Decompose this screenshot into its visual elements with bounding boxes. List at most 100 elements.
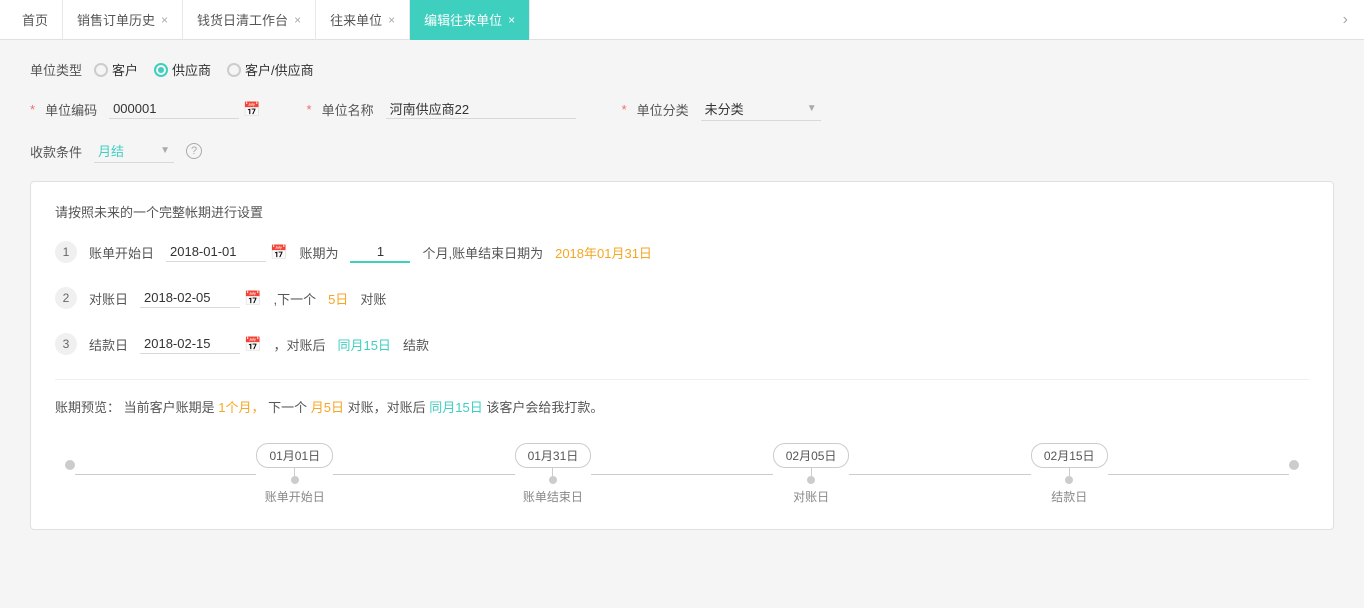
preview-plain3: 对账，对账后 — [348, 400, 426, 415]
tl-dot-4 — [1065, 476, 1073, 484]
step-2-note-prefix: ,下一个 — [273, 289, 316, 308]
unit-code-input[interactable] — [109, 99, 239, 119]
step-1-date-input[interactable] — [166, 242, 266, 262]
radio-customer-label: 客户 — [112, 60, 138, 79]
unit-category-select[interactable]: 未分类 ▼ — [701, 97, 821, 121]
tl-label-1: 账单开始日 — [265, 488, 325, 505]
close-edit-partner[interactable]: × — [508, 13, 515, 27]
step-3-date-input[interactable] — [140, 334, 240, 354]
preview-plain4: 该客户会给我打款。 — [486, 400, 603, 415]
step-row-2: 2 对账日 📅 ,下一个 5日 对账 — [55, 287, 1309, 309]
radio-customer[interactable]: 客户 — [94, 60, 138, 79]
step-1-month-input[interactable] — [350, 242, 410, 263]
step-num-2: 2 — [55, 287, 77, 309]
close-sales-history[interactable]: × — [161, 13, 168, 27]
unit-name-required: * — [307, 102, 312, 117]
tl-line-3 — [849, 474, 1030, 475]
close-cash-workbench[interactable]: × — [294, 13, 301, 27]
tl-node-4: 02月15日 结款日 — [1031, 443, 1108, 505]
preview-highlight3: 同月15日 — [429, 400, 482, 415]
step-num-3: 3 — [55, 333, 77, 355]
tl-badge-1: 01月01日 — [256, 443, 333, 468]
step-label-1: 账单开始日 — [89, 243, 154, 262]
step-label-3: 结款日 — [89, 335, 128, 354]
tl-line-4 — [1108, 474, 1289, 475]
unit-code-icon[interactable]: 📅 — [243, 101, 260, 118]
unit-code-wrap: 📅 — [109, 99, 260, 119]
page-content: 单位类型 客户 供应商 客户/供应商 * 单位编码 📅 * 单位名称 — [0, 40, 1364, 600]
tabs-bar: 首页 销售订单历史 × 钱货日清工作台 × 往来单位 × 编辑往来单位 × › — [0, 0, 1364, 40]
radio-supplier-circle — [154, 63, 168, 77]
unit-info-row: * 单位编码 📅 * 单位名称 * 单位分类 未分类 ▼ — [30, 97, 1334, 121]
unit-category-arrow: ▼ — [807, 103, 817, 114]
tab-sales-history[interactable]: 销售订单历史 × — [63, 0, 183, 40]
step-label-2: 对账日 — [89, 289, 128, 308]
step-3-calendar-icon[interactable]: 📅 — [244, 336, 261, 353]
tl-label-4: 结款日 — [1051, 488, 1087, 505]
step-2-highlight: 5日 — [328, 289, 348, 308]
settings-card: 请按照未来的一个完整帐期进行设置 1 账单开始日 📅 账期为 个月,账单结束日期… — [30, 181, 1334, 530]
timeline: 01月01日 账单开始日 01月31日 账单结束日 02月05日 — [55, 443, 1309, 505]
timeline-end-dot — [1289, 460, 1299, 470]
tl-badge-4: 02月15日 — [1031, 443, 1108, 468]
step-2-calendar-icon[interactable]: 📅 — [244, 290, 261, 307]
tl-line-2 — [591, 474, 772, 475]
step-2-note-suffix: 对账 — [360, 289, 386, 308]
radio-customer-supplier-label: 客户/供应商 — [245, 60, 314, 79]
tl-dot-3 — [807, 476, 815, 484]
unit-type-row: 单位类型 客户 供应商 客户/供应商 — [30, 60, 1334, 79]
preview-plain1: 当前客户账期是 — [124, 400, 215, 415]
tab-edit-partner[interactable]: 编辑往来单位 × — [410, 0, 530, 40]
tl-line-0 — [75, 474, 256, 475]
radio-customer-supplier[interactable]: 客户/供应商 — [227, 60, 314, 79]
tl-badge-2: 01月31日 — [515, 443, 592, 468]
unit-category-required: * — [622, 102, 627, 117]
payment-terms-label: 收款条件 — [30, 142, 82, 161]
preview-label: 账期预览： — [55, 400, 120, 415]
step-1-note-middle: 个月,账单结束日期为 — [422, 243, 543, 262]
preview-highlight1: 1个月， — [218, 400, 264, 415]
unit-code-label: 单位编码 — [45, 100, 97, 119]
step-3-note-suffix: 结款 — [403, 335, 429, 354]
step-row-1: 1 账单开始日 📅 账期为 个月,账单结束日期为 2018年01月31日 — [55, 241, 1309, 263]
tl-dot-1 — [291, 476, 299, 484]
payment-terms-row: 收款条件 月结 ▼ ? — [30, 139, 1334, 163]
tl-stem-1 — [294, 468, 295, 476]
payment-terms-help[interactable]: ? — [186, 143, 202, 159]
step-1-calendar-icon[interactable]: 📅 — [270, 244, 287, 261]
tl-node-3: 02月05日 对账日 — [773, 443, 850, 505]
timeline-start-dot — [65, 460, 75, 470]
unit-category-value: 未分类 — [705, 99, 803, 118]
step-2-date-input[interactable] — [140, 288, 240, 308]
unit-category-label: 单位分类 — [637, 100, 689, 119]
step-3-date-wrap: 📅 — [140, 334, 261, 354]
radio-supplier-label: 供应商 — [172, 60, 211, 79]
tl-dot-2 — [549, 476, 557, 484]
radio-supplier[interactable]: 供应商 — [154, 60, 211, 79]
step-num-1: 1 — [55, 241, 77, 263]
radio-customer-supplier-circle — [227, 63, 241, 77]
unit-name-input[interactable] — [386, 99, 576, 119]
preview-plain2: 下一个 — [268, 400, 307, 415]
tab-expand-button[interactable]: › — [1335, 11, 1356, 29]
step-3-highlight: 同月15日 — [337, 335, 390, 354]
step-1-end-date: 2018年01月31日 — [555, 243, 652, 262]
payment-terms-select[interactable]: 月结 ▼ — [94, 139, 174, 163]
tab-cash-workbench[interactable]: 钱货日清工作台 × — [183, 0, 316, 40]
tl-node-1: 01月01日 账单开始日 — [256, 443, 333, 505]
preview-text: 账期预览： 当前客户账期是 1个月， 下一个 月5日 对账，对账后 同月15日 … — [55, 396, 1309, 419]
radio-customer-circle — [94, 63, 108, 77]
preview-section: 账期预览： 当前客户账期是 1个月， 下一个 月5日 对账，对账后 同月15日 … — [55, 379, 1309, 505]
tab-partner-units[interactable]: 往来单位 × — [316, 0, 410, 40]
unit-code-required: * — [30, 102, 35, 117]
tab-home[interactable]: 首页 — [8, 0, 63, 40]
step-row-3: 3 结款日 📅 ，对账后 同月15日 结款 — [55, 333, 1309, 355]
tl-label-3: 对账日 — [793, 488, 829, 505]
unit-name-wrap — [386, 99, 576, 119]
tl-badge-3: 02月05日 — [773, 443, 850, 468]
tl-stem-4 — [1069, 468, 1070, 476]
close-partner-units[interactable]: × — [388, 13, 395, 27]
tl-line-1 — [333, 474, 514, 475]
payment-terms-value: 月结 — [98, 141, 156, 160]
step-1-date-wrap: 📅 — [166, 242, 287, 262]
